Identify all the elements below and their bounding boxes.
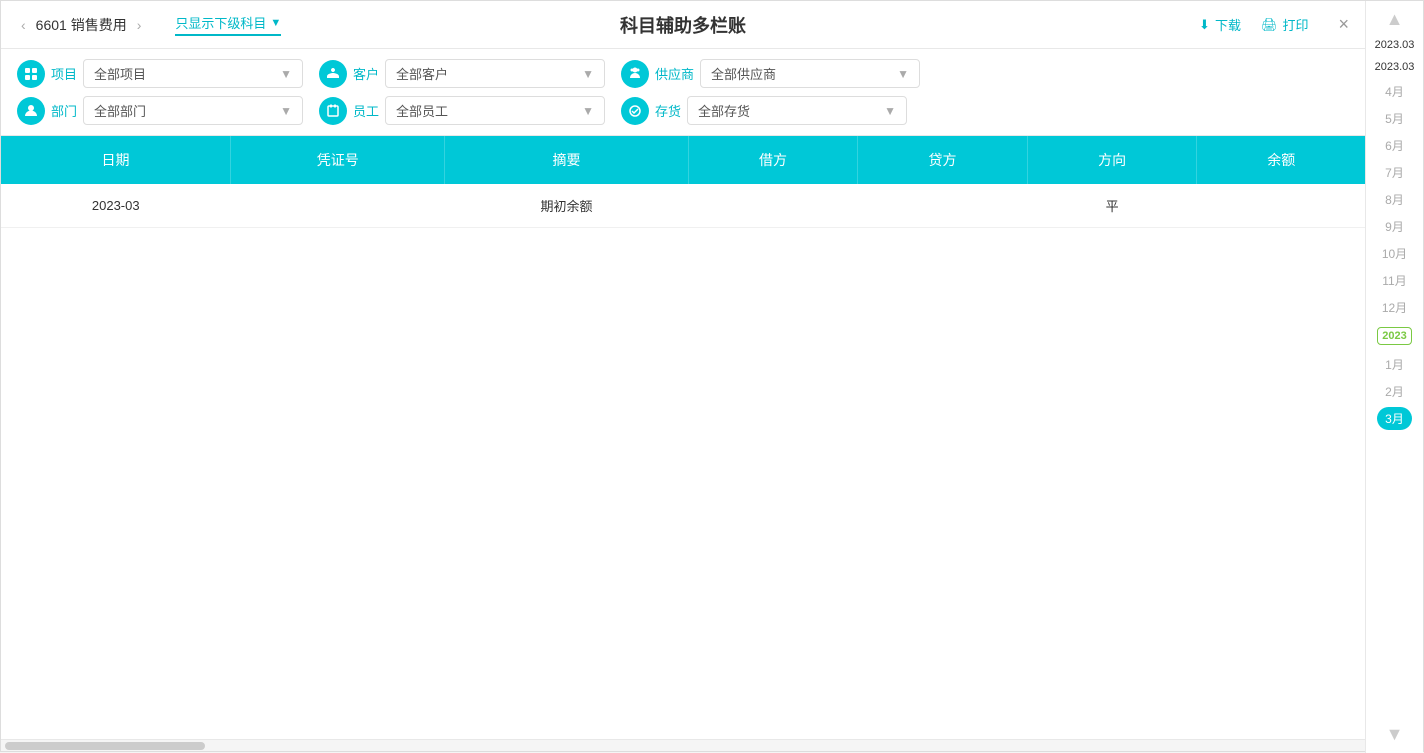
supplier-label: 供应商: [655, 64, 694, 83]
timeline-month-8[interactable]: 8月: [1366, 186, 1423, 213]
project-value: 全部项目: [94, 64, 146, 83]
timeline-month-4[interactable]: 4月: [1366, 78, 1423, 105]
download-icon: ⬇: [1199, 17, 1210, 33]
project-select[interactable]: 全部项目 ▼: [83, 59, 303, 88]
timeline-period-2[interactable]: 2023.03: [1366, 56, 1423, 78]
project-icon: [17, 60, 45, 88]
col-credit: 贷方: [858, 136, 1028, 184]
header: ‹ 6601 销售费用 › 只显示下级科目 ▼ 科目辅助多栏账 ⬇ 下载 🖨 打…: [1, 1, 1365, 49]
chevron-down-icon: ▼: [897, 67, 909, 81]
cell-voucher: [231, 184, 445, 228]
chevron-down-icon: ▼: [280, 104, 292, 118]
horizontal-scrollbar[interactable]: [1, 739, 1365, 751]
chevron-down-icon: ▼: [582, 67, 594, 81]
download-label: 下载: [1215, 15, 1241, 34]
timeline-year-badge[interactable]: 2023: [1377, 327, 1411, 345]
dept-select[interactable]: 全部部门 ▼: [83, 96, 303, 125]
cell-direction: 平: [1027, 184, 1197, 228]
dept-label: 部门: [51, 101, 77, 120]
print-button[interactable]: 🖨 打印: [1261, 15, 1309, 34]
download-button[interactable]: ⬇ 下载: [1199, 15, 1241, 34]
timeline-month-2[interactable]: 2月: [1366, 378, 1423, 405]
timeline-down-arrow[interactable]: ▼: [1366, 720, 1423, 749]
filter-inventory: 存货 全部存货 ▼: [621, 96, 907, 125]
project-label: 项目: [51, 64, 77, 83]
scrollbar-thumb[interactable]: [5, 742, 205, 750]
filter-dept: 部门 全部部门 ▼: [17, 96, 303, 125]
timeline-up-arrow[interactable]: ▲: [1366, 5, 1423, 34]
filter-row-1: 项目 全部项目 ▼ 客户 全部客户 ▼: [17, 59, 1349, 88]
data-table: 日期 凭证号 摘要 借方 贷方 方向 余额 2023-03 期初余额: [1, 136, 1365, 228]
timeline-month-5[interactable]: 5月: [1366, 105, 1423, 132]
timeline-sidebar: ▲ 2023.03 2023.03 4月 5月 6月 7月 8月 9月 10月 …: [1365, 1, 1423, 753]
customer-icon: [319, 60, 347, 88]
filter-customer: 客户 全部客户 ▼: [319, 59, 605, 88]
dept-icon: [17, 97, 45, 125]
col-direction: 方向: [1027, 136, 1197, 184]
customer-label: 客户: [353, 64, 379, 83]
filter-supplier: 供应商 全部供应商 ▼: [621, 59, 920, 88]
inventory-label: 存货: [655, 101, 681, 120]
col-summary: 摘要: [445, 136, 688, 184]
employee-value: 全部员工: [396, 101, 448, 120]
dept-value: 全部部门: [94, 101, 146, 120]
filter-row-2: 部门 全部部门 ▼ 员工 全部员工 ▼: [17, 96, 1349, 125]
timeline-month-7[interactable]: 7月: [1366, 159, 1423, 186]
cell-debit: [688, 184, 858, 228]
employee-icon: [319, 97, 347, 125]
print-icon: 🖨: [1261, 17, 1278, 33]
close-button[interactable]: ×: [1338, 14, 1349, 35]
timeline-month-12[interactable]: 12月: [1366, 294, 1423, 321]
timeline-month-11[interactable]: 11月: [1366, 267, 1423, 294]
supplier-value: 全部供应商: [711, 64, 776, 83]
inventory-value: 全部存货: [698, 101, 750, 120]
timeline-month-6[interactable]: 6月: [1366, 132, 1423, 159]
cell-balance: [1197, 184, 1365, 228]
inventory-icon: [621, 97, 649, 125]
timeline-month-10[interactable]: 10月: [1366, 240, 1423, 267]
header-right: ⬇ 下载 🖨 打印 ×: [1199, 14, 1349, 35]
col-date: 日期: [1, 136, 231, 184]
filter-project: 项目 全部项目 ▼: [17, 59, 303, 88]
page-title: 科目辅助多栏账: [620, 12, 746, 38]
chevron-down-icon: ▼: [582, 104, 594, 118]
cell-credit: [858, 184, 1028, 228]
employee-select[interactable]: 全部员工 ▼: [385, 96, 605, 125]
supplier-select[interactable]: 全部供应商 ▼: [700, 59, 920, 88]
customer-select[interactable]: 全部客户 ▼: [385, 59, 605, 88]
customer-value: 全部客户: [396, 64, 448, 83]
timeline-month-1[interactable]: 1月: [1366, 351, 1423, 378]
nav-next-button[interactable]: ›: [133, 15, 146, 35]
cell-summary: 期初余额: [445, 184, 688, 228]
show-sub-toggle[interactable]: 只显示下级科目 ▼: [175, 13, 281, 36]
chevron-down-icon: ▼: [270, 17, 281, 29]
filter-area: 项目 全部项目 ▼ 客户 全部客户 ▼: [1, 49, 1365, 136]
timeline-month-3-active[interactable]: 3月: [1377, 407, 1412, 430]
account-code-label: 6601 销售费用: [36, 15, 127, 35]
header-left: ‹ 6601 销售费用 › 只显示下级科目 ▼: [17, 13, 281, 36]
timeline-period-1[interactable]: 2023.03: [1366, 34, 1423, 56]
inventory-select[interactable]: 全部存货 ▼: [687, 96, 907, 125]
print-label: 打印: [1282, 15, 1308, 34]
filter-employee: 员工 全部员工 ▼: [319, 96, 605, 125]
employee-label: 员工: [353, 101, 379, 120]
supplier-icon: [621, 60, 649, 88]
col-debit: 借方: [688, 136, 858, 184]
col-voucher: 凭证号: [231, 136, 445, 184]
chevron-down-icon: ▼: [280, 67, 292, 81]
show-sub-label: 只显示下级科目: [175, 13, 266, 32]
nav-prev-button[interactable]: ‹: [17, 15, 30, 35]
col-balance: 余额: [1197, 136, 1365, 184]
cell-date: 2023-03: [1, 184, 231, 228]
timeline-month-9[interactable]: 9月: [1366, 213, 1423, 240]
chevron-down-icon: ▼: [884, 104, 896, 118]
table-row: 2023-03 期初余额 平: [1, 184, 1365, 228]
table-container: 日期 凭证号 摘要 借方 贷方 方向 余额 2023-03 期初余额: [1, 136, 1365, 753]
